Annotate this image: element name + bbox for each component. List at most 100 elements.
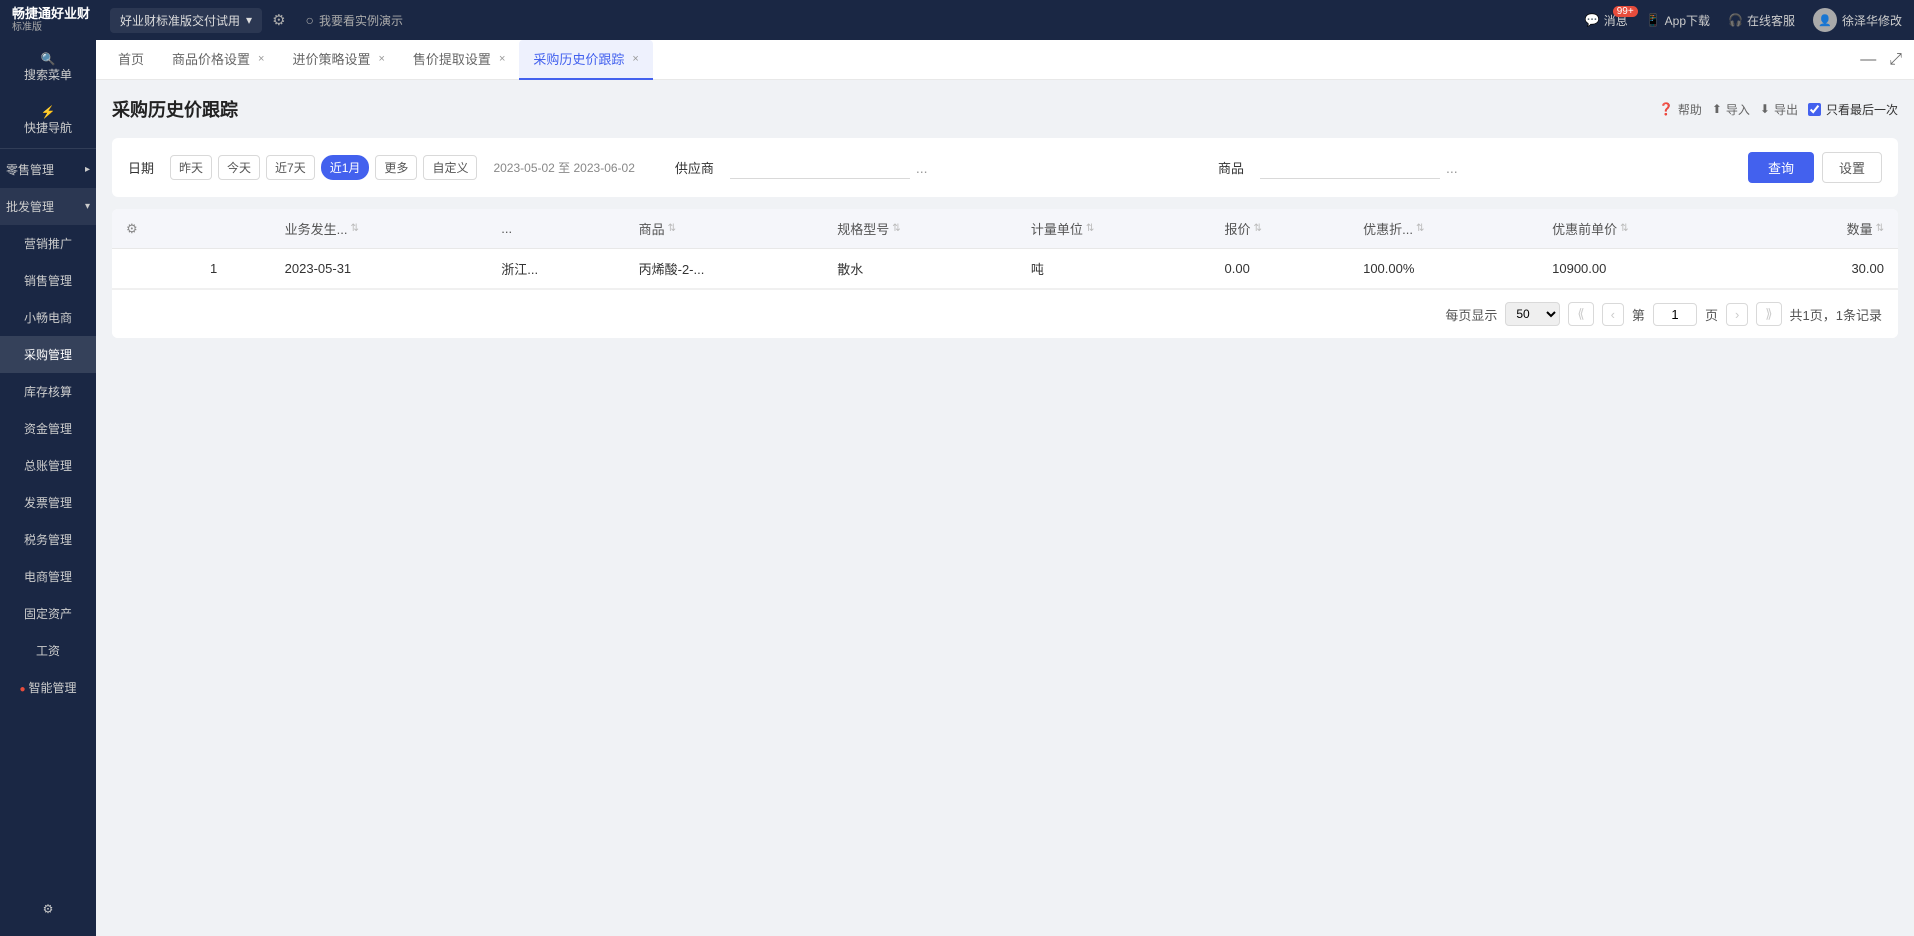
col-date-label: 业务发生... <box>285 219 348 238</box>
col-date[interactable]: 业务发生... ⇅ <box>271 209 488 249</box>
import-label: 导入 <box>1726 101 1750 118</box>
user-name: 徐泽华修改 <box>1842 12 1902 29</box>
page-title: 采购历史价跟踪 <box>112 96 238 122</box>
message-icon: 💬 <box>1585 13 1600 27</box>
query-button[interactable]: 查询 <box>1748 152 1814 183</box>
date-buttons: 昨天 今天 近7天 近1月 更多 自定义 <box>170 155 477 180</box>
tax-label: 税务管理 <box>24 533 72 547</box>
sidebar-item-wholesale[interactable]: 批发管理 ▾ <box>0 188 96 225</box>
tab-history-price-close[interactable]: × <box>632 53 638 65</box>
col-qty[interactable]: 数量 ⇅ <box>1759 209 1898 249</box>
sidebar-item-finance[interactable]: 资金管理 <box>0 410 96 447</box>
export-btn[interactable]: ⬇ 导出 <box>1760 101 1798 118</box>
sidebar-item-smart[interactable]: ●智能管理 <box>0 669 96 706</box>
sidebar-item-invoice[interactable]: 发票管理 <box>0 484 96 521</box>
col-unit[interactable]: 计量单位 ⇅ <box>1017 209 1211 249</box>
ecommerce-label: 电商管理 <box>24 570 72 584</box>
last-page-btn[interactable]: ⟫ <box>1756 302 1781 326</box>
supplier-input-wrap: ... <box>730 156 1202 179</box>
per-page-select[interactable]: 20 50 100 <box>1505 302 1560 326</box>
col-discount[interactable]: 优惠折... ⇅ <box>1349 209 1538 249</box>
sales-label: 销售管理 <box>24 274 72 288</box>
tab-strategy[interactable]: 进价策略设置 × <box>278 40 398 80</box>
tab-expand-btn[interactable]: ⤢ <box>1885 47 1906 73</box>
per-page-label: 每页显示 <box>1445 305 1497 324</box>
settings-button[interactable]: 设置 <box>1822 152 1882 183</box>
prev-page-btn[interactable]: ‹ <box>1602 303 1624 326</box>
sidebar-item-tax[interactable]: 税务管理 <box>0 521 96 558</box>
purchase-label: 采购管理 <box>24 348 72 362</box>
supplier-input[interactable] <box>730 156 910 179</box>
sidebar-item-inventory[interactable]: 库存核算 <box>0 373 96 410</box>
page-actions: ❓ 帮助 ⬆ 导入 ⬇ 导出 只看最后一次 <box>1659 101 1898 118</box>
page-label: 第 <box>1632 305 1645 324</box>
sidebar-settings-btn[interactable]: ⚙ <box>0 892 96 926</box>
date-btn-yesterday[interactable]: 昨天 <box>170 155 212 180</box>
retail-label: 零售管理 <box>6 161 54 178</box>
sidebar-item-purchase[interactable]: 采购管理 <box>0 336 96 373</box>
supplier-dots[interactable]: ... <box>916 160 928 176</box>
next-page-btn[interactable]: › <box>1726 303 1748 326</box>
col-goods[interactable]: 商品 ⇅ <box>625 209 824 249</box>
sidebar-quick-nav[interactable]: ⚡ 快捷导航 <box>0 95 96 146</box>
col-pre-discount-price[interactable]: 优惠前单价 ⇅ <box>1538 209 1759 249</box>
tab-bar: 首页 商品价格设置 × 进价策略设置 × 售价提取设置 × 采购历史价跟踪 × … <box>96 40 1914 80</box>
sidebar-item-ecommerce[interactable]: 电商管理 <box>0 558 96 595</box>
date-filter-label: 日期 <box>128 158 154 177</box>
goods-dots[interactable]: ... <box>1446 160 1458 176</box>
date-btn-custom[interactable]: 自定义 <box>423 155 477 180</box>
date-btn-more[interactable]: 更多 <box>375 155 417 180</box>
sidebar-item-sales[interactable]: 销售管理 <box>0 262 96 299</box>
topbar-right: 💬 消息 99+ 📱 App下载 🎧 在线客服 👤 徐泽华修改 <box>1585 8 1902 32</box>
sidebar-item-payroll[interactable]: 工资 <box>0 632 96 669</box>
cell-date: 2023-05-31 <box>271 249 488 289</box>
tab-history-price[interactable]: 采购历史价跟踪 × <box>519 40 652 80</box>
only-latest-checkbox[interactable] <box>1808 103 1821 116</box>
only-latest-checkbox-label[interactable]: 只看最后一次 <box>1808 101 1898 118</box>
date-btn-7days[interactable]: 近7天 <box>266 155 315 180</box>
tab-strategy-close[interactable]: × <box>378 53 384 65</box>
gear-icon[interactable]: ⚙ <box>126 221 138 236</box>
sidebar-item-retail[interactable]: 零售管理 ▸ <box>0 151 96 188</box>
tab-price[interactable]: 商品价格设置 × <box>158 40 278 80</box>
col-gear[interactable]: ⚙ <box>112 209 196 249</box>
app-logo: 畅捷通好业财 标准版 <box>12 6 90 34</box>
avatar: 👤 <box>1813 8 1837 32</box>
edition-selector[interactable]: 好业财标准版交付试用 ▾ <box>110 8 262 33</box>
sidebar-search[interactable]: 🔍 搜索菜单 <box>0 40 96 95</box>
topbar-settings-icon[interactable]: ⚙ <box>272 11 285 29</box>
tab-sale-price[interactable]: 售价提取设置 × <box>399 40 519 80</box>
tab-home[interactable]: 首页 <box>104 40 158 80</box>
tab-price-close[interactable]: × <box>258 53 264 65</box>
goods-input[interactable] <box>1260 156 1440 179</box>
tab-history-price-label: 采购历史价跟踪 <box>533 49 624 68</box>
tab-minimize-btn[interactable]: — <box>1856 47 1880 73</box>
col-seq <box>196 209 271 249</box>
total-info: 共1页，1条记录 <box>1790 305 1882 324</box>
sidebar-item-ledger[interactable]: 总账管理 <box>0 447 96 484</box>
sidebar-item-assets[interactable]: 固定资产 <box>0 595 96 632</box>
headset-icon: 🎧 <box>1728 13 1743 27</box>
sort-icon: ⇅ <box>1254 223 1262 234</box>
help-btn[interactable]: ❓ 帮助 <box>1659 101 1702 118</box>
online-service-btn[interactable]: 🎧 在线客服 <box>1728 12 1795 29</box>
col-spec[interactable]: 规格型号 ⇅ <box>823 209 1017 249</box>
sidebar-item-ecommerce-small[interactable]: 小畅电商 <box>0 299 96 336</box>
message-icon-btn[interactable]: 💬 消息 99+ <box>1585 12 1628 29</box>
sort-icon: ⇅ <box>892 223 900 234</box>
col-price[interactable]: 报价 ⇅ <box>1211 209 1350 249</box>
user-area[interactable]: 👤 徐泽华修改 <box>1813 8 1902 32</box>
tab-sale-price-close[interactable]: × <box>499 53 505 65</box>
first-page-btn[interactable]: ⟪ <box>1568 302 1593 326</box>
app-download-label: App下载 <box>1665 12 1710 29</box>
date-btn-1month[interactable]: 近1月 <box>321 155 370 180</box>
import-btn[interactable]: ⬆ 导入 <box>1712 101 1750 118</box>
col-more[interactable]: ... <box>487 209 624 249</box>
sidebar-item-marketing[interactable]: 营销推广 <box>0 225 96 262</box>
page-input[interactable] <box>1653 303 1697 326</box>
date-btn-today[interactable]: 今天 <box>218 155 260 180</box>
table-body: 1 2023-05-31 浙江... 丙烯酸-2-... 散水 吨 0.00 1… <box>112 249 1898 289</box>
app-download-btn[interactable]: 📱 App下载 <box>1646 12 1710 29</box>
sort-icon: ⇅ <box>1416 223 1424 234</box>
demo-link[interactable]: 我要看实例演示 <box>306 12 403 29</box>
